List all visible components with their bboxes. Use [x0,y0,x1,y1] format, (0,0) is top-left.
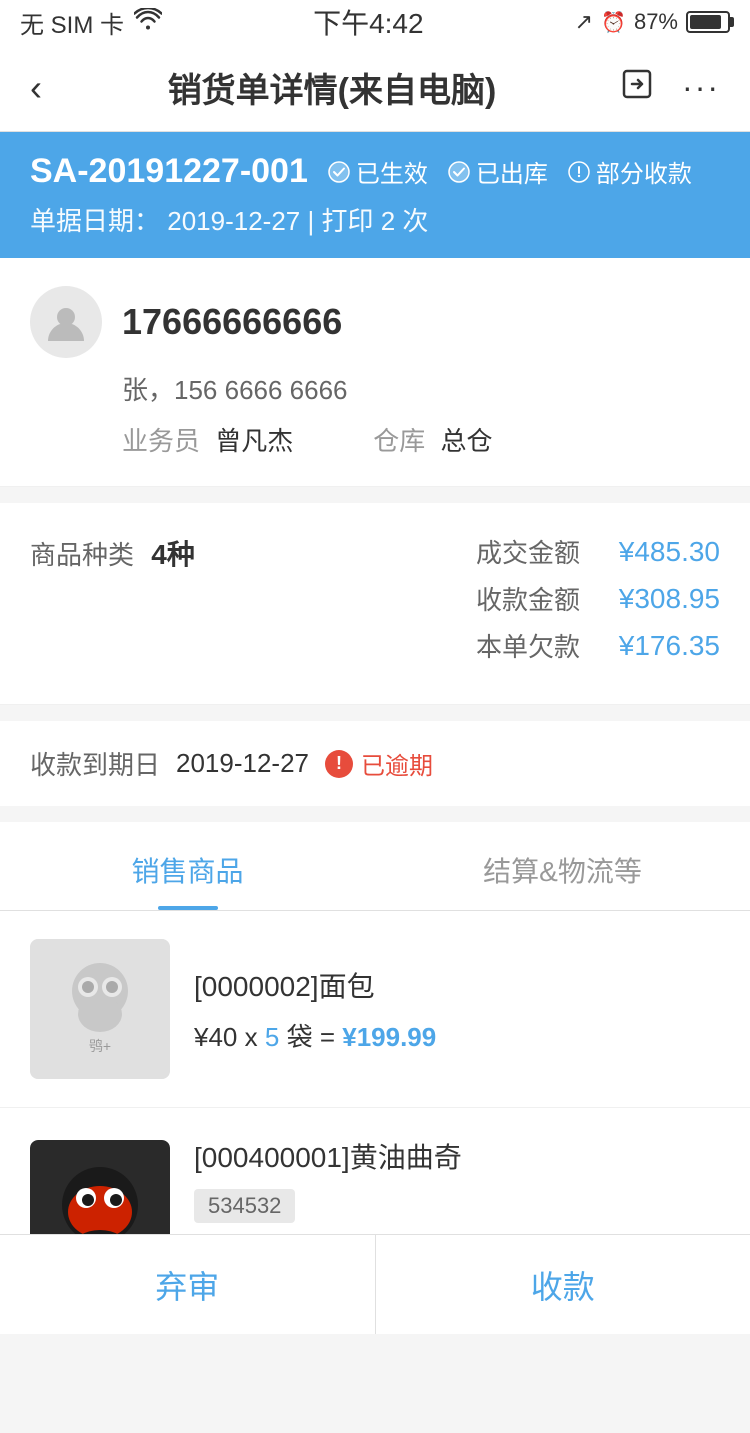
product-price-1: ¥40 x 5 袋 = ¥199.99 [194,1017,720,1054]
bottom-action-bar: 弃审 收款 [0,1234,750,1334]
product-name-2: [000400001]黄油曲奇 [194,1136,720,1176]
customer-section: 17666666666 张，156 6666 6666 业务员 曾凡杰 仓库 总… [0,258,750,487]
time-label: 下午4:42 [313,2,424,42]
due-amount: ¥176.35 [600,630,720,662]
customer-avatar [30,286,102,358]
order-date-row: 单据日期： 2019-12-27 | 打印 2 次 [30,201,720,238]
order-id: SA-20191227-001 [30,152,308,191]
due-date-label: 收款到期日 [30,745,160,782]
tab-bar: 销售商品 结算&物流等 [0,822,750,911]
nav-bar: ‹ 销货单详情(来自电脑) ··· [0,44,750,132]
sales-label: 业务员 [122,426,200,456]
status-bar: 无 SIM 卡 下午4:42 ↗ ⏰ 87% [0,0,750,44]
category-info: 商品种类 4种 [30,533,195,674]
product-item: 鸮+ [0000002]面包 ¥40 x 5 袋 = ¥199.99 [0,911,750,1108]
status-shipped: 已出库 [448,154,548,189]
tab-sales-products[interactable]: 销售商品 [0,822,375,910]
wifi-icon [134,8,162,37]
share-icon[interactable] [622,69,652,106]
page-title: 销货单详情(来自电脑) [168,63,497,112]
received-label: 收款金额 [476,580,580,617]
product-name-1: [0000002]面包 [194,965,720,1005]
customer-phone: 17666666666 [122,301,342,343]
back-button[interactable]: ‹ [30,67,42,109]
tab-settlement[interactable]: 结算&物流等 [375,822,750,910]
customer-name-phone: 张，156 6666 6666 [122,370,720,407]
product-image-1: 鸮+ [30,939,170,1079]
due-date-value: 2019-12-27 [176,748,309,779]
amount-info: 成交金额 ¥485.30 收款金额 ¥308.95 本单欠款 ¥176.35 [476,533,720,674]
product-info-1: [0000002]面包 ¥40 x 5 袋 = ¥199.99 [194,965,720,1054]
status-effective: 已生效 [328,154,428,189]
reject-button[interactable]: 弃审 [0,1235,376,1334]
alarm-icon: ⏰ [601,10,626,35]
deal-label: 成交金额 [476,533,580,570]
overdue-dot-icon: ! [325,750,353,778]
collect-payment-button[interactable]: 收款 [376,1235,750,1334]
due-date-section: 收款到期日 2019-12-27 ! 已逾期 [0,721,750,806]
overdue-text: 已逾期 [361,746,433,781]
received-amount: ¥308.95 [600,583,720,615]
overdue-badge: ! 已逾期 [325,746,433,781]
status-partial-payment: 部分收款 [568,154,692,189]
nav-right-icons: ··· [622,69,720,106]
carrier-label: 无 SIM 卡 [20,5,124,40]
status-right: ↗ ⏰ 87% [575,9,730,35]
location-icon: ↗ [575,9,593,35]
battery-icon [686,11,730,33]
status-left: 无 SIM 卡 [20,5,162,40]
more-icon[interactable]: ··· [682,69,720,106]
battery-percent: 87% [634,9,678,35]
summary-section: 商品种类 4种 成交金额 ¥485.30 收款金额 ¥308.95 本单欠款 ¥… [0,503,750,705]
product-sku-2: 534532 [194,1189,295,1223]
sales-name: 曾凡杰 [215,426,293,456]
deal-amount: ¥485.30 [600,536,720,568]
order-header-banner: SA-20191227-001 已生效 已出库 部分收款 单据日期： [0,132,750,258]
svg-text:鸮+: 鸮+ [89,1038,111,1054]
warehouse-name: 总仓 [441,426,493,456]
customer-meta: 业务员 曾凡杰 仓库 总仓 [122,421,720,458]
warehouse-label: 仓库 [373,426,425,456]
due-amount-label: 本单欠款 [476,627,580,664]
